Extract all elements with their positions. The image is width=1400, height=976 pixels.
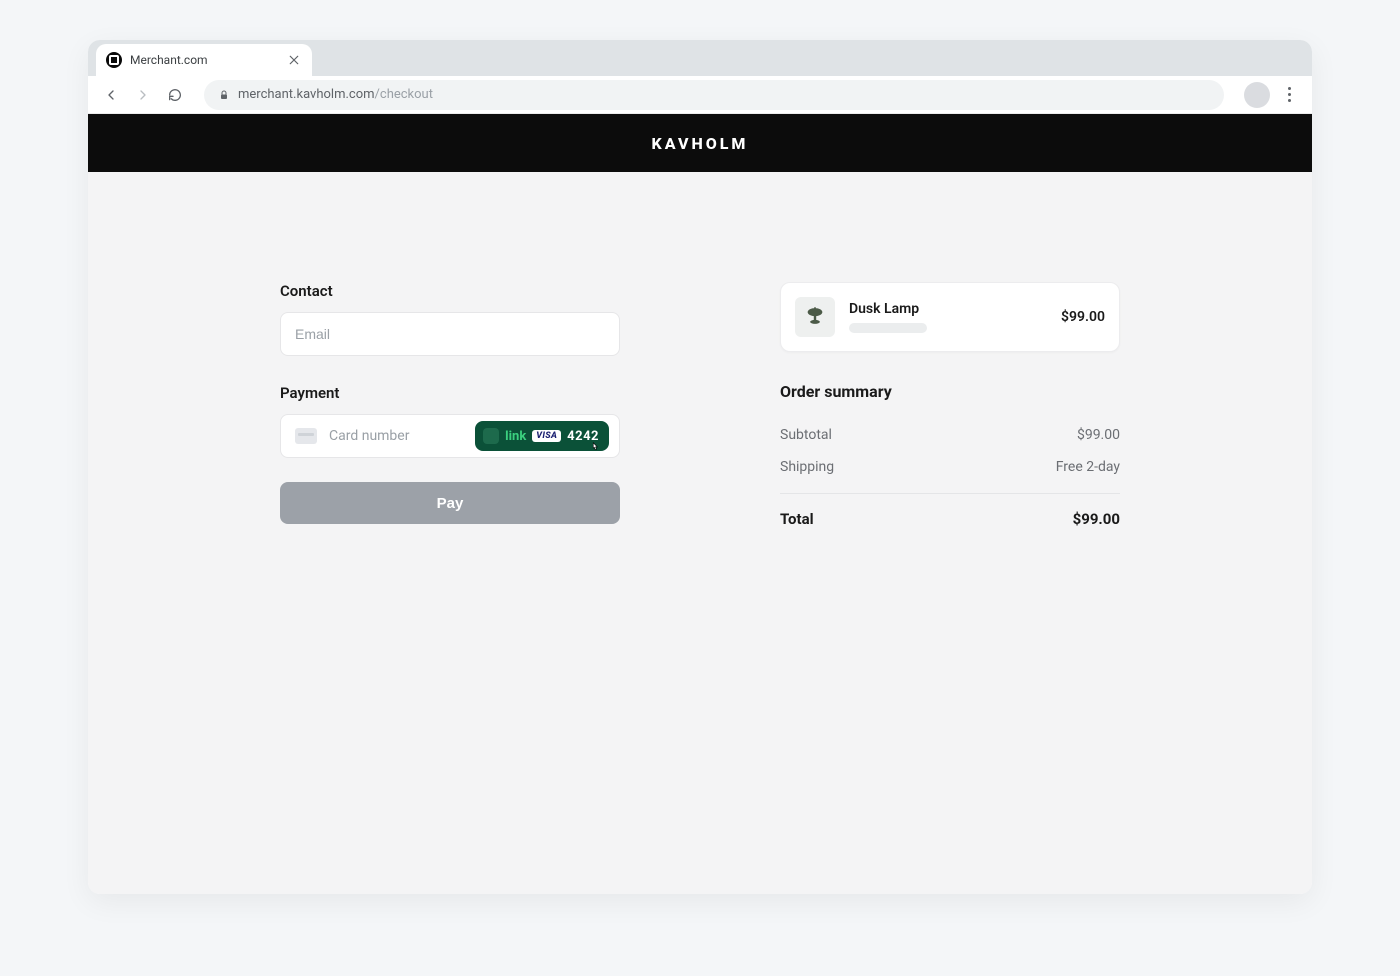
reload-button[interactable] — [162, 82, 188, 108]
checkout-columns: Contact Payment Card number link VISA 42… — [88, 172, 1312, 568]
tab-title: Merchant.com — [130, 53, 278, 67]
email-field-wrapper — [280, 312, 620, 356]
card-last4: 4242 — [567, 429, 599, 444]
url-path: /checkout — [375, 87, 433, 102]
summary-label: Shipping — [780, 459, 834, 475]
card-field-wrapper: Card number link VISA 4242 — [280, 414, 620, 458]
summary-label: Subtotal — [780, 427, 832, 443]
url-host: merchant.kavholm.com — [238, 87, 375, 102]
summary-row: Subtotal $99.00 — [780, 419, 1120, 451]
product-name: Dusk Lamp — [849, 301, 1047, 317]
total-value: $99.00 — [1073, 510, 1120, 528]
card-icon — [295, 428, 317, 444]
page-content: KAVHOLM Contact Payment Card number link… — [88, 114, 1312, 894]
tab-favicon-icon — [106, 52, 122, 68]
link-chip-avatar-icon — [483, 428, 499, 444]
product-price: $99.00 — [1061, 309, 1105, 325]
browser-window: Merchant.com merchant.kavholm.com/checko… — [88, 40, 1312, 894]
browser-tab[interactable]: Merchant.com — [96, 44, 312, 76]
summary-row: Shipping Free 2-day — [780, 451, 1120, 483]
address-url: merchant.kavholm.com/checkout — [238, 87, 433, 102]
card-number-input[interactable]: Card number — [329, 428, 409, 444]
site-header: KAVHOLM — [88, 114, 1312, 172]
lock-icon — [218, 89, 230, 101]
back-button[interactable] — [98, 82, 124, 108]
total-label: Total — [780, 510, 814, 528]
product-info: Dusk Lamp — [849, 301, 1047, 333]
address-bar[interactable]: merchant.kavholm.com/checkout — [204, 80, 1224, 110]
checkout-form: Contact Payment Card number link VISA 42… — [280, 282, 620, 528]
order-summary-title: Order summary — [780, 382, 1120, 401]
tab-strip: Merchant.com — [88, 40, 1312, 76]
forward-button[interactable] — [130, 82, 156, 108]
summary-total-row: Total $99.00 — [780, 494, 1120, 528]
order-summary-column: Dusk Lamp $99.00 Order summary Subtotal … — [780, 282, 1120, 528]
brand-logo: KAVHOLM — [652, 134, 749, 153]
browser-toolbar: merchant.kavholm.com/checkout — [88, 76, 1312, 114]
link-wallet-label: link — [505, 429, 526, 444]
summary-value: $99.00 — [1077, 427, 1120, 443]
product-thumb-icon — [795, 297, 835, 337]
payment-heading: Payment — [280, 384, 620, 402]
pay-button[interactable]: Pay — [280, 482, 620, 524]
close-icon[interactable] — [286, 52, 302, 68]
link-autofill-chip[interactable]: link VISA 4242 — [475, 421, 609, 451]
summary-value: Free 2-day — [1056, 459, 1120, 475]
product-card: Dusk Lamp $99.00 — [780, 282, 1120, 352]
product-sub-placeholder — [849, 323, 927, 333]
more-menu-icon[interactable] — [1276, 82, 1302, 108]
card-brand-badge: VISA — [532, 430, 561, 442]
contact-heading: Contact — [280, 282, 620, 300]
email-field[interactable] — [295, 326, 605, 342]
profile-avatar[interactable] — [1244, 82, 1270, 108]
